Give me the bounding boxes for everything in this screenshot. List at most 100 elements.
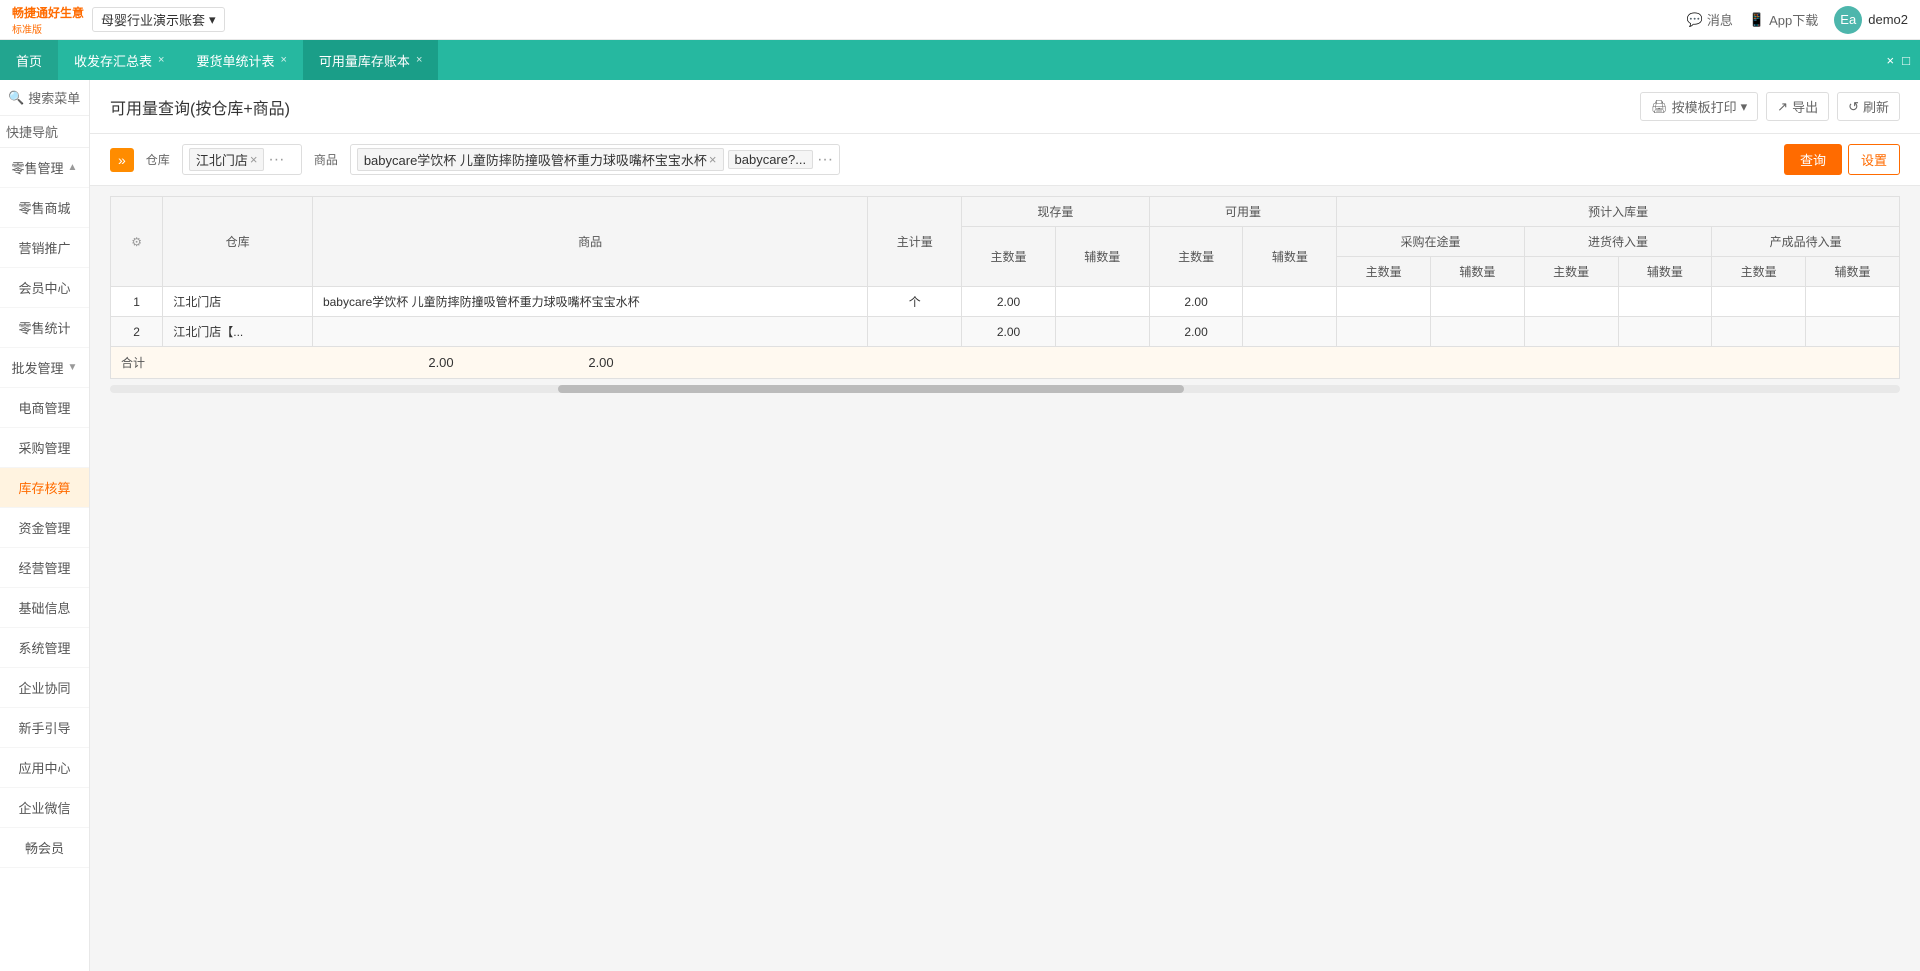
purchase-transit-sub: 辅数量 — [1430, 257, 1524, 287]
sidebar-item-purchase[interactable]: 采购管理 — [0, 428, 89, 468]
page-title: 可用量查询(按仓库+商品) — [110, 95, 290, 119]
product-label: 商品 — [314, 151, 338, 168]
export-btn[interactable]: ↗ 导出 — [1766, 92, 1829, 121]
scroll-container[interactable] — [110, 385, 1900, 393]
query-btn[interactable]: 查询 — [1784, 144, 1842, 175]
current-stock-header: 现存量 — [962, 197, 1150, 227]
row-unit: 个 — [868, 287, 962, 317]
sidebar-item-app-center[interactable]: 应用中心 — [0, 748, 89, 788]
search-icon: 🔍 — [8, 90, 24, 106]
row-unit — [868, 317, 962, 347]
product-pending-header: 产成品待入量 — [1712, 227, 1900, 257]
maximize-icon[interactable]: □ — [1902, 53, 1910, 68]
tab-receive-pay-close[interactable]: × — [158, 54, 164, 66]
export-icon: ↗ — [1777, 99, 1788, 115]
sidebar-item-retail-stats[interactable]: 零售统计 — [0, 308, 89, 348]
store-name: 母婴行业演示账套 — [101, 10, 205, 29]
sidebar-item-label: 零售管理 — [12, 158, 64, 177]
sidebar-item-ecommerce[interactable]: 电商管理 — [0, 388, 89, 428]
row-current-sub — [1055, 287, 1149, 317]
warehouse-more-btn[interactable]: ··· — [268, 151, 284, 169]
sidebar-item-basic-info[interactable]: 基础信息 — [0, 588, 89, 628]
sidebar-quick-nav[interactable]: 快捷导航 — [0, 116, 89, 148]
product-col-header: 商品 — [312, 197, 867, 287]
logo-text: 畅捷通好生意 — [12, 4, 84, 21]
row-ip-sub — [1618, 317, 1712, 347]
top-bar: 畅捷通好生意 标准版 母婴行业演示账套 ▾ 💬 消息 📱 App下载 Ea de… — [0, 0, 1920, 40]
row-ip-sub — [1618, 287, 1712, 317]
tab-home[interactable]: 首页 — [0, 40, 58, 80]
close-window-icon[interactable]: × — [1887, 53, 1895, 68]
print-btn[interactable]: 🖨 按模板打印 ▾ — [1640, 92, 1758, 121]
row-index: 2 — [111, 317, 163, 347]
sidebar-item-batch-mgmt[interactable]: 批发管理 ▼ — [0, 348, 89, 388]
sidebar-item-new-guide[interactable]: 新手引导 — [0, 708, 89, 748]
row-pt-sub — [1430, 287, 1524, 317]
sidebar-item-sys-mgmt[interactable]: 系统管理 — [0, 628, 89, 668]
sidebar-item-member[interactable]: 会员中心 — [0, 268, 89, 308]
sidebar-search[interactable]: 🔍 搜索菜单 — [0, 80, 89, 116]
sidebar-item-retail-mgmt[interactable]: 零售管理 ▲ — [0, 148, 89, 188]
sidebar-item-enterprise[interactable]: 企业协同 — [0, 668, 89, 708]
product-more-btn[interactable]: ··· — [817, 151, 833, 169]
filter-toggle-btn[interactable]: » — [110, 148, 134, 172]
tab-order-stats-label: 要货单统计表 — [196, 51, 274, 70]
user-name: demo2 — [1868, 12, 1908, 27]
row-product — [312, 317, 867, 347]
sidebar-item-vip[interactable]: 畅会员 — [0, 828, 89, 868]
unit-col-header: 主计量 — [868, 197, 962, 287]
row-ip-main — [1524, 317, 1618, 347]
filter-actions: 查询 设置 — [1784, 144, 1900, 175]
sidebar: 🔍 搜索菜单 快捷导航 零售管理 ▲ 零售商城 营销推广 会员中心 零售统计 批… — [0, 80, 90, 971]
product-tag-1-remove[interactable]: × — [709, 152, 717, 167]
tab-receive-pay[interactable]: 收发存汇总表 × — [58, 40, 180, 80]
settings-col-header[interactable]: ⚙ — [111, 197, 163, 287]
sidebar-item-finance[interactable]: 资金管理 — [0, 508, 89, 548]
row-product: babycare学饮杯 儿童防摔防撞吸管杯重力球吸嘴杯宝宝水杯 — [312, 287, 867, 317]
chevron-down-icon: ▾ — [1741, 99, 1748, 115]
download-icon: 📱 — [1749, 12, 1765, 28]
tab-receive-pay-label: 收发存汇总表 — [74, 51, 152, 70]
chevron-icon: ▼ — [68, 362, 78, 373]
product-tag-2: babycare?... — [728, 150, 814, 169]
top-bar-right: 💬 消息 📱 App下载 Ea demo2 — [1687, 6, 1908, 34]
warehouse-label: 仓库 — [146, 151, 170, 168]
sidebar-item-operations[interactable]: 经营管理 — [0, 548, 89, 588]
app-download-btn[interactable]: 📱 App下载 — [1749, 10, 1818, 29]
warehouse-filter-tags[interactable]: 江北门店 × ··· — [182, 144, 302, 175]
row-ip-main — [1524, 287, 1618, 317]
top-bar-left: 畅捷通好生意 标准版 母婴行业演示账套 ▾ — [12, 4, 225, 36]
table-area: ⚙ 仓库 商品 主计量 现存量 可用量 预计入库量 主数量 辅数量 主数量 辅数… — [90, 186, 1920, 971]
print-icon: 🖨 — [1651, 99, 1668, 115]
sidebar-item-retail-mall[interactable]: 零售商城 — [0, 188, 89, 228]
product-filter-tags[interactable]: babycare学饮杯 儿童防摔防撞吸管杯重力球吸嘴杯宝宝水杯 × babyca… — [350, 144, 840, 175]
warehouse-tag-remove[interactable]: × — [250, 152, 258, 167]
row-pp-main — [1712, 287, 1806, 317]
scroll-thumb[interactable] — [558, 385, 1185, 393]
settings-btn[interactable]: 设置 — [1848, 144, 1900, 175]
user-area[interactable]: Ea demo2 — [1834, 6, 1908, 34]
available-header: 可用量 — [1149, 197, 1337, 227]
filter-bar: » 仓库 江北门店 × ··· 商品 babycare学饮杯 儿童防摔防撞吸管杯… — [90, 134, 1920, 186]
table-row: 2 江北门店【... 2.00 2.00 — [111, 317, 1900, 347]
chevron-icon: ▲ — [68, 162, 78, 173]
message-btn[interactable]: 💬 消息 — [1687, 10, 1733, 29]
row-pt-sub — [1430, 317, 1524, 347]
footer-total-label: 合计 — [111, 354, 401, 371]
store-selector[interactable]: 母婴行业演示账套 ▾ — [92, 7, 225, 32]
sidebar-item-inventory[interactable]: 库存核算 — [0, 468, 89, 508]
tab-order-stats[interactable]: 要货单统计表 × — [180, 40, 302, 80]
sidebar-item-enterprise-wx[interactable]: 企业微信 — [0, 788, 89, 828]
page-header: 可用量查询(按仓库+商品) 🖨 按模板打印 ▾ ↗ 导出 ↺ 刷新 — [90, 80, 1920, 134]
inbound-pending-header: 进货待入量 — [1524, 227, 1712, 257]
sidebar-item-marketing[interactable]: 营销推广 — [0, 228, 89, 268]
row-available-main: 2.00 — [1149, 287, 1243, 317]
product-pending-main: 主数量 — [1712, 257, 1806, 287]
tab-order-stats-close[interactable]: × — [280, 54, 286, 66]
message-icon: 💬 — [1687, 12, 1703, 28]
available-sub-header: 辅数量 — [1243, 227, 1337, 287]
refresh-btn[interactable]: ↺ 刷新 — [1837, 92, 1900, 121]
tab-available-stock-close[interactable]: × — [416, 54, 422, 66]
tab-available-stock[interactable]: 可用量库存账本 × — [303, 40, 438, 80]
tab-home-label: 首页 — [16, 51, 42, 70]
